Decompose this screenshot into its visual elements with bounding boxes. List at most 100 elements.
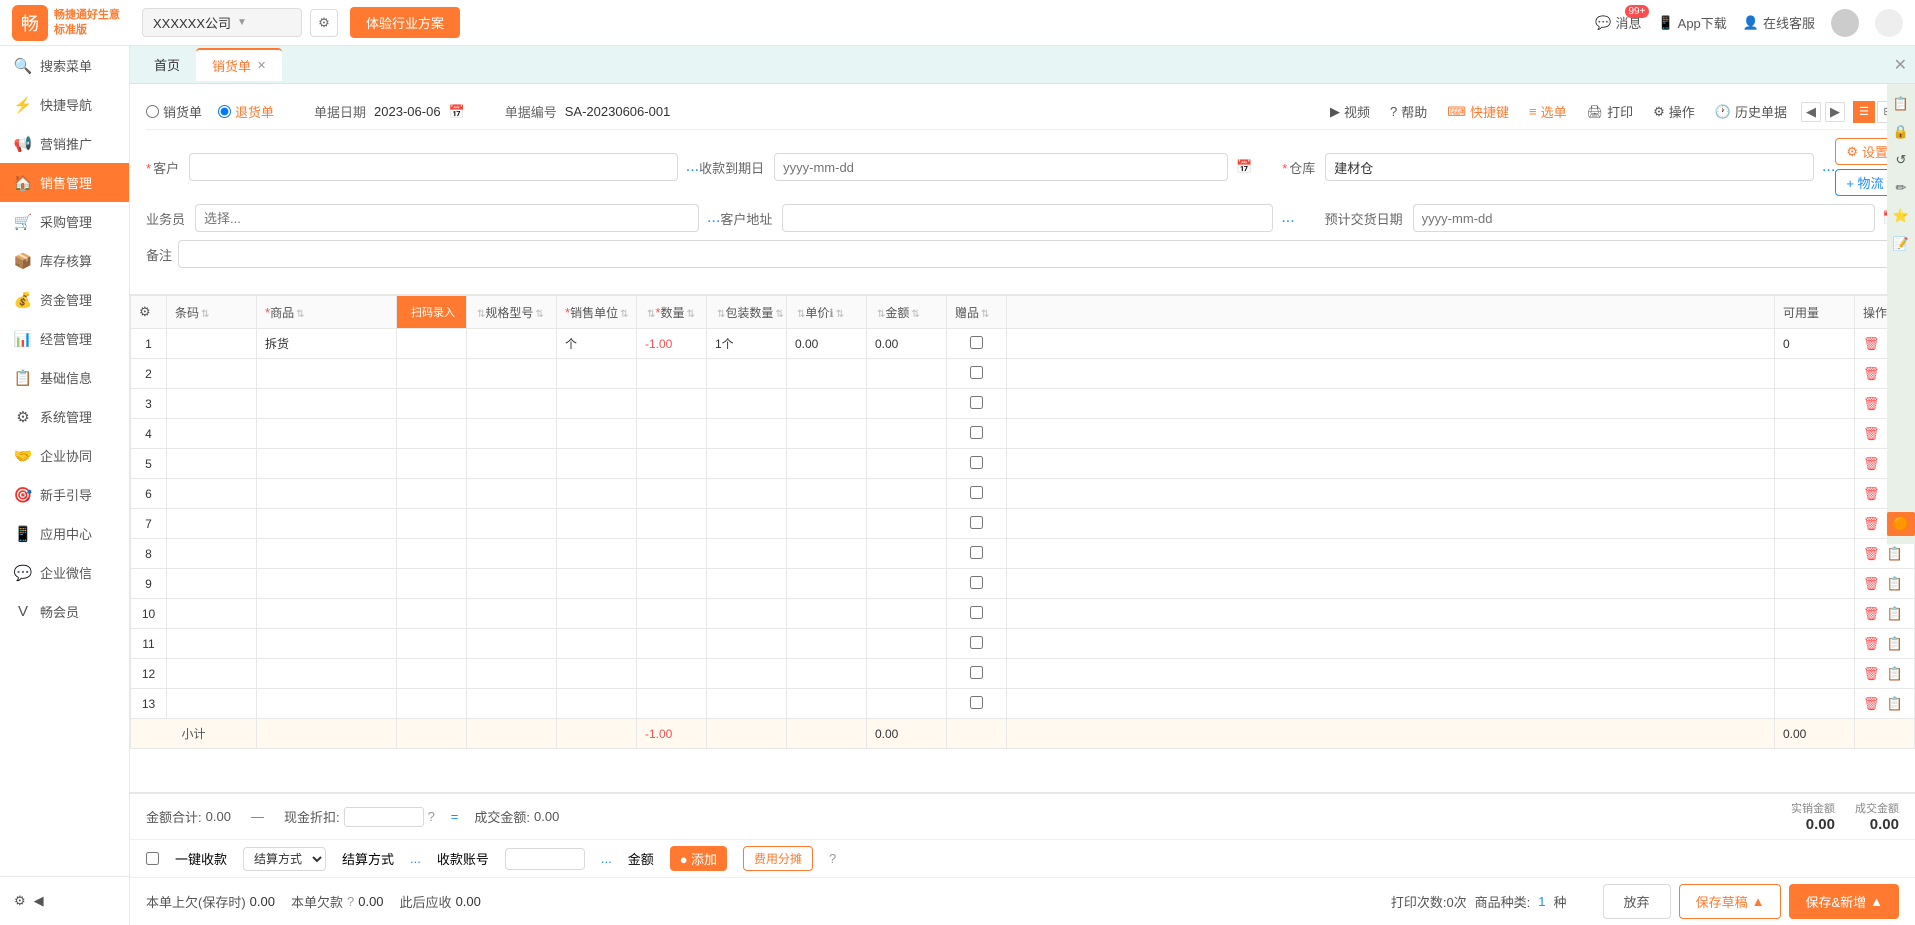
row-remark-6[interactable] xyxy=(1007,509,1775,539)
row-barcode-5[interactable] xyxy=(167,479,257,509)
radio-sales-order[interactable]: 销货单 xyxy=(146,102,202,121)
delete-icon-4[interactable]: 🗑 xyxy=(1863,456,1880,471)
row-price-10[interactable] xyxy=(787,629,867,659)
row-goods-5[interactable] xyxy=(257,479,397,509)
delete-icon-2[interactable]: 🗑 xyxy=(1863,396,1880,411)
calendar-icon[interactable]: 📅 xyxy=(449,104,465,120)
row-pkg-qty-2[interactable] xyxy=(707,389,787,419)
row-gift-9[interactable] xyxy=(947,599,1007,629)
row-spec-7[interactable] xyxy=(467,539,557,569)
row-remark-3[interactable] xyxy=(1007,419,1775,449)
row-remark-5[interactable] xyxy=(1007,479,1775,509)
trial-button[interactable]: 体验行业方案 xyxy=(350,7,460,38)
draft-button[interactable]: 保存草稿 ▲ xyxy=(1679,884,1782,919)
delete-icon-12[interactable]: 🗑 xyxy=(1863,696,1880,711)
row-pkg-qty-7[interactable] xyxy=(707,539,787,569)
expected-date-input[interactable] xyxy=(1413,204,1875,232)
copy-icon-11[interactable]: 📋 xyxy=(1887,666,1903,681)
row-price-9[interactable] xyxy=(787,599,867,629)
row-amount-12[interactable] xyxy=(867,689,947,719)
operation-btn[interactable]: ⚙ 操作 xyxy=(1647,100,1701,123)
row-unit-6[interactable] xyxy=(557,509,637,539)
row-spec-2[interactable] xyxy=(467,389,557,419)
row-gift-1[interactable] xyxy=(947,359,1007,389)
row-unit-5[interactable] xyxy=(557,479,637,509)
online-service-button[interactable]: 👤 在线客服 xyxy=(1743,13,1815,32)
row-remark-7[interactable] xyxy=(1007,539,1775,569)
radio-input-sales[interactable] xyxy=(146,105,159,118)
settings-icon[interactable]: ⚙ xyxy=(310,9,338,37)
row-gift-11[interactable] xyxy=(947,659,1007,689)
select-order-btn[interactable]: ≡ 选单 xyxy=(1523,100,1573,123)
expense-split-button[interactable]: 费用分摊 xyxy=(743,846,813,871)
sidebar-item-purchase[interactable]: 🛒 采购管理 xyxy=(0,202,129,241)
row-price-12[interactable] xyxy=(787,689,867,719)
row-price-7[interactable] xyxy=(787,539,867,569)
rp-btn-3[interactable]: ↺ xyxy=(1889,148,1913,172)
row-qty-2[interactable] xyxy=(637,389,707,419)
video-btn[interactable]: ▶ 视频 xyxy=(1324,100,1376,123)
row-goods-10[interactable] xyxy=(257,629,397,659)
row-spec-12[interactable] xyxy=(467,689,557,719)
row-spec-5[interactable] xyxy=(467,479,557,509)
row-remark-2[interactable] xyxy=(1007,389,1775,419)
row-goods-0[interactable]: 拆货 xyxy=(257,329,397,359)
copy-icon-10[interactable]: 📋 xyxy=(1887,636,1903,651)
row-qty-10[interactable] xyxy=(637,629,707,659)
row-qty-5[interactable] xyxy=(637,479,707,509)
row-qty-6[interactable] xyxy=(637,509,707,539)
row-gift-8[interactable] xyxy=(947,569,1007,599)
row-remark-8[interactable] xyxy=(1007,569,1775,599)
copy-icon-9[interactable]: 📋 xyxy=(1887,606,1903,621)
th-settings[interactable]: ⚙ xyxy=(131,296,167,329)
delete-icon-10[interactable]: 🗑 xyxy=(1863,636,1880,651)
row-amount-9[interactable] xyxy=(867,599,947,629)
row-goods-12[interactable] xyxy=(257,689,397,719)
row-qty-8[interactable] xyxy=(637,569,707,599)
row-barcode-8[interactable] xyxy=(167,569,257,599)
row-price-11[interactable] xyxy=(787,659,867,689)
sidebar-item-management[interactable]: 📊 经营管理 xyxy=(0,319,129,358)
sidebar-item-vip[interactable]: V 畅会员 xyxy=(0,592,129,631)
gift-checkbox-11[interactable] xyxy=(970,666,983,679)
row-remark-10[interactable] xyxy=(1007,629,1775,659)
copy-icon-8[interactable]: 📋 xyxy=(1887,576,1903,591)
delete-icon-8[interactable]: 🗑 xyxy=(1863,576,1880,591)
rp-btn-1[interactable]: 📋 xyxy=(1889,92,1913,116)
row-pkg-qty-10[interactable] xyxy=(707,629,787,659)
gift-checkbox-3[interactable] xyxy=(970,426,983,439)
row-gift-10[interactable] xyxy=(947,629,1007,659)
row-qty-0[interactable]: -1.00 xyxy=(637,329,707,359)
row-amount-10[interactable] xyxy=(867,629,947,659)
shortcut-btn[interactable]: ⌨ 快捷键 xyxy=(1441,100,1515,123)
delete-icon-0[interactable]: 🗑 xyxy=(1863,336,1880,351)
row-spec-1[interactable] xyxy=(467,359,557,389)
row-amount-7[interactable] xyxy=(867,539,947,569)
gift-checkbox-7[interactable] xyxy=(970,546,983,559)
row-remark-11[interactable] xyxy=(1007,659,1775,689)
row-goods-4[interactable] xyxy=(257,449,397,479)
rp-btn-4[interactable]: ✏ xyxy=(1889,176,1913,200)
gift-checkbox-6[interactable] xyxy=(970,516,983,529)
row-barcode-9[interactable] xyxy=(167,599,257,629)
row-amount-3[interactable] xyxy=(867,419,947,449)
gift-checkbox-5[interactable] xyxy=(970,486,983,499)
customer-dots[interactable]: ... xyxy=(686,158,699,176)
row-unit-10[interactable] xyxy=(557,629,637,659)
row-gift-7[interactable] xyxy=(947,539,1007,569)
row-remark-4[interactable] xyxy=(1007,449,1775,479)
calc-method-dots[interactable]: ... xyxy=(410,851,421,866)
row-barcode-11[interactable] xyxy=(167,659,257,689)
abandon-button[interactable]: 放弃 xyxy=(1603,884,1671,919)
row-unit-3[interactable] xyxy=(557,419,637,449)
sidebar-item-inventory[interactable]: 📦 库存核算 xyxy=(0,241,129,280)
row-pkg-qty-6[interactable] xyxy=(707,509,787,539)
row-unit-4[interactable] xyxy=(557,449,637,479)
gift-checkbox-9[interactable] xyxy=(970,606,983,619)
row-remark-12[interactable] xyxy=(1007,689,1775,719)
help-btn[interactable]: ? 帮助 xyxy=(1384,100,1433,123)
warehouse-input[interactable] xyxy=(1325,153,1814,181)
cash-discount-input[interactable] xyxy=(344,807,424,827)
row-gift-3[interactable] xyxy=(947,419,1007,449)
copy-icon-12[interactable]: 📋 xyxy=(1887,696,1903,711)
